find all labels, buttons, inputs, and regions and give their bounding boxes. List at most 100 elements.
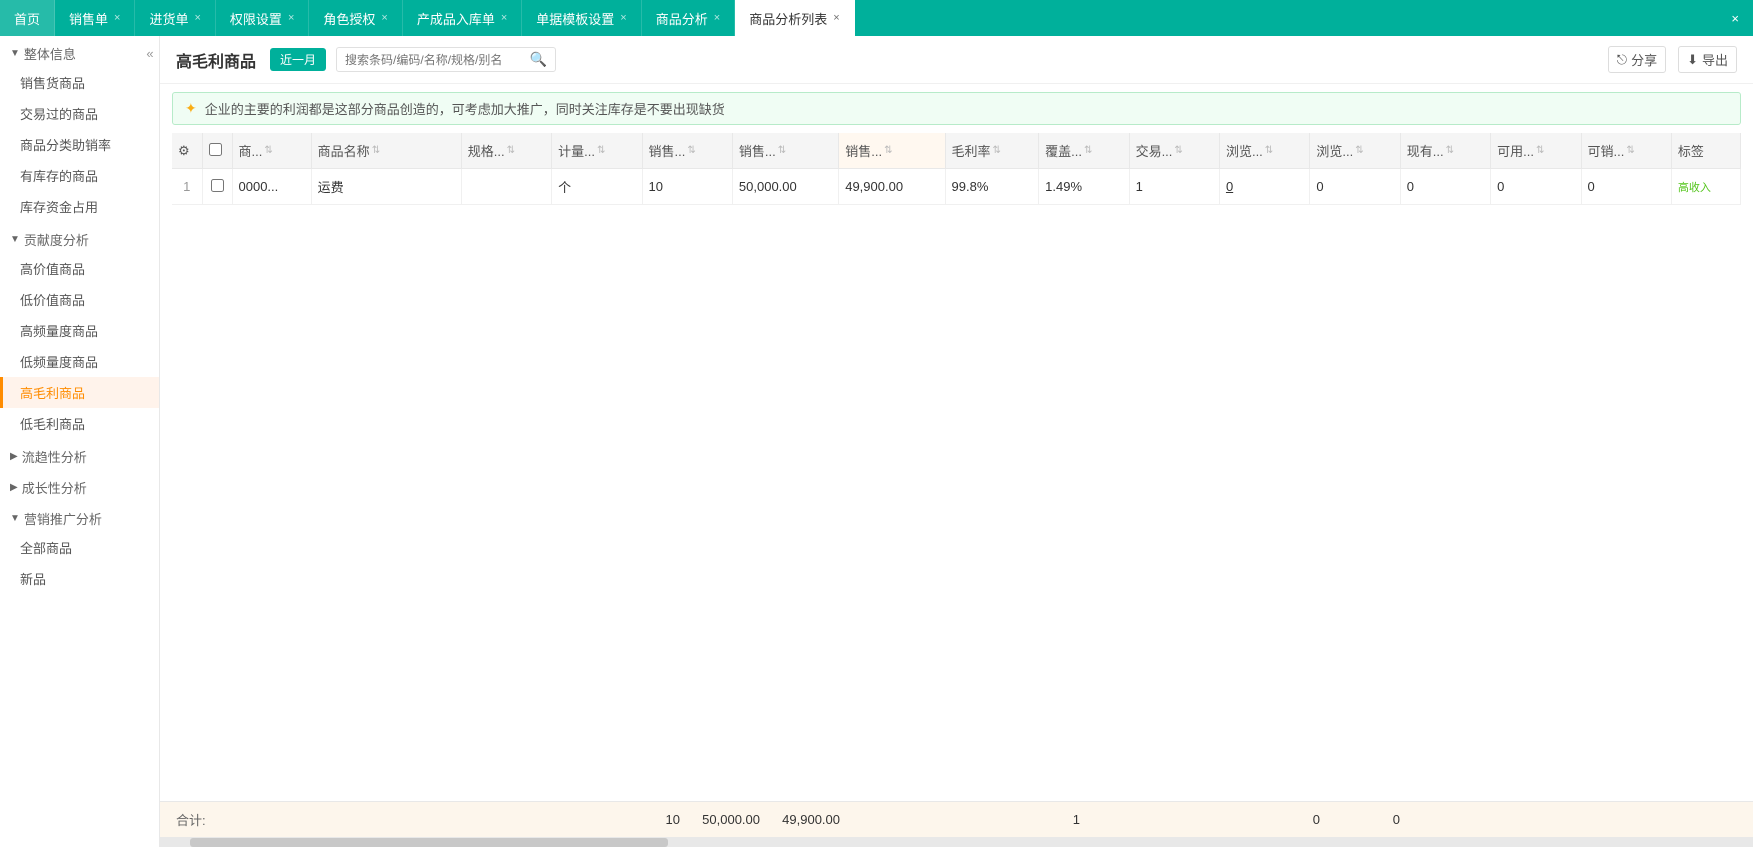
sidebar-item-new-products[interactable]: 新品 [0, 563, 159, 594]
page-title: 高毛利商品 [176, 48, 256, 72]
content-area: 高毛利商品 近一月 🔍 ⎋ 分享 ⬇ 导出 [160, 36, 1753, 847]
close-template-tab[interactable]: × [620, 12, 626, 24]
close-analysis-tab[interactable]: × [714, 12, 720, 24]
settings-icon[interactable]: ⚙ [178, 143, 190, 158]
col-coverage: 覆盖... ⇅ [1039, 133, 1129, 169]
sidebar-item-inventory-capital[interactable]: 库存资金占用 [0, 191, 159, 222]
nav-product-analysis-list[interactable]: 商品分析列表 × [735, 0, 854, 36]
col-unit: 计量... ⇅ [552, 133, 642, 169]
row-available: 0 [1491, 169, 1581, 205]
arrow-down-icon-3: ▼ [10, 513, 20, 524]
col-name: 商品名称 ⇅ [311, 133, 461, 169]
top-navigation: 首页 销售单 × 进货单 × 权限设置 × 角色授权 × 产成品入库单 × 单据… [0, 0, 1753, 36]
col-tag: 标签 [1671, 133, 1740, 169]
sidebar-group-contribution[interactable]: ▼ 贡献度分析 [0, 222, 159, 253]
time-filter-button[interactable]: 近一月 [270, 48, 326, 71]
sort-icon-browse2[interactable]: ⇅ [1355, 145, 1363, 156]
nav-sales[interactable]: 销售单 × [55, 0, 135, 36]
sort-icon-current[interactable]: ⇅ [1446, 145, 1454, 156]
search-box: 🔍 [336, 47, 556, 72]
sidebar-item-in-stock[interactable]: 有库存的商品 [0, 160, 159, 191]
sidebar-group-growth[interactable]: ▶ 成长性分析 [0, 470, 159, 501]
sidebar-item-high-margin[interactable]: 高毛利商品 [0, 377, 159, 408]
search-icon[interactable]: 🔍 [530, 51, 547, 68]
row-browse1: 0 [1219, 169, 1309, 205]
footer-available: 0 [1246, 810, 1326, 829]
footer-label: 合计: [176, 810, 236, 829]
sort-icon-saleable[interactable]: ⇅ [1626, 145, 1634, 156]
export-button[interactable]: ⬇ 导出 [1678, 46, 1737, 73]
col-sales1: 销售... ⇅ [642, 133, 732, 169]
sidebar-item-low-freq[interactable]: 低频量度商品 [0, 346, 159, 377]
sort-icon-transaction[interactable]: ⇅ [1174, 145, 1182, 156]
sort-icon-name[interactable]: ⇅ [372, 145, 380, 156]
export-icon: ⬇ [1687, 52, 1698, 68]
nav-home[interactable]: 首页 [0, 0, 55, 36]
close-sales-tab[interactable]: × [114, 12, 120, 24]
row-transaction: 1 [1129, 169, 1219, 205]
sort-icon-spec[interactable]: ⇅ [507, 145, 515, 156]
horizontal-scrollbar[interactable] [160, 837, 1753, 847]
col-available: 可用... ⇅ [1491, 133, 1581, 169]
sidebar-item-traded-goods[interactable]: 交易过的商品 [0, 98, 159, 129]
nav-permissions[interactable]: 权限设置 × [216, 0, 309, 36]
nav-product-analysis[interactable]: 商品分析 × [642, 0, 735, 36]
sort-icon-sales1[interactable]: ⇅ [687, 145, 695, 156]
row-code: 0000... [232, 169, 311, 205]
share-icon: ⎋ [1617, 52, 1627, 68]
select-all-checkbox[interactable] [209, 143, 222, 156]
sort-icon-code[interactable]: ⇅ [264, 145, 272, 156]
col-browse1: 浏览... ⇅ [1219, 133, 1309, 169]
sort-icon-gross-rate[interactable]: ⇅ [993, 145, 1001, 156]
col-current: 现有... ⇅ [1400, 133, 1490, 169]
sort-icon-coverage[interactable]: ⇅ [1084, 145, 1092, 156]
sort-icon-available[interactable]: ⇅ [1536, 145, 1544, 156]
sort-icon-unit[interactable]: ⇅ [597, 145, 605, 156]
close-analysis-list-tab[interactable]: × [833, 12, 839, 24]
nav-purchase[interactable]: 进货单 × [135, 0, 215, 36]
search-input[interactable] [345, 53, 530, 67]
row-tag: 高收入 [1671, 169, 1740, 205]
footer-sales2: 50,000.00 [686, 810, 766, 829]
close-roles-tab[interactable]: × [381, 12, 387, 24]
close-window-button[interactable]: × [1717, 0, 1753, 36]
nav-product-inbound[interactable]: 产成品入库单 × [403, 0, 522, 36]
table-header-row: ⚙ 商... ⇅ [172, 133, 1741, 169]
table-container: ⚙ 商... ⇅ [160, 133, 1753, 801]
sidebar-group-trend[interactable]: ▶ 流趋性分析 [0, 439, 159, 470]
sidebar-item-category-rate[interactable]: 商品分类助销率 [0, 129, 159, 160]
col-browse2: 浏览... ⇅ [1310, 133, 1400, 169]
nav-roles[interactable]: 角色授权 × [309, 0, 402, 36]
close-purchase-tab[interactable]: × [194, 12, 200, 24]
sort-icon-sales2[interactable]: ⇅ [778, 145, 786, 156]
col-code: 商... ⇅ [232, 133, 311, 169]
row-spec [461, 169, 551, 205]
sidebar-group-marketing[interactable]: ▼ 营销推广分析 [0, 501, 159, 532]
footer-sales3: 49,900.00 [766, 810, 846, 829]
close-product-inbound-tab[interactable]: × [501, 12, 507, 24]
footer-spacer [236, 818, 606, 822]
sort-icon-sales3[interactable]: ⇅ [884, 145, 892, 156]
sidebar-item-high-value[interactable]: 高价值商品 [0, 253, 159, 284]
footer-values: 10 50,000.00 49,900.00 1 0 0 [236, 810, 1737, 829]
close-permissions-tab[interactable]: × [288, 12, 294, 24]
sidebar-item-high-freq[interactable]: 高频量度商品 [0, 315, 159, 346]
row-checkbox-cell [202, 169, 232, 205]
row-num: 1 [172, 169, 202, 205]
sidebar-item-sales-goods[interactable]: 销售货商品 [0, 67, 159, 98]
row-checkbox[interactable] [211, 179, 224, 192]
nav-template-settings[interactable]: 单据模板设置 × [522, 0, 641, 36]
sort-icon-browse1[interactable]: ⇅ [1265, 145, 1273, 156]
sidebar-item-low-margin[interactable]: 低毛利商品 [0, 408, 159, 439]
row-unit: 个 [552, 169, 642, 205]
sidebar-group-overall[interactable]: ▼ 整体信息 [0, 36, 159, 67]
col-transaction: 交易... ⇅ [1129, 133, 1219, 169]
share-button[interactable]: ⎋ 分享 [1608, 46, 1666, 73]
scrollbar-thumb[interactable] [190, 838, 668, 847]
row-sales3: 49,900.00 [839, 169, 945, 205]
row-sales2: 50,000.00 [732, 169, 838, 205]
sidebar-collapse-button[interactable]: « [141, 44, 159, 62]
sidebar-item-all-goods[interactable]: 全部商品 [0, 532, 159, 563]
row-saleable: 0 [1581, 169, 1671, 205]
sidebar-item-low-value[interactable]: 低价值商品 [0, 284, 159, 315]
